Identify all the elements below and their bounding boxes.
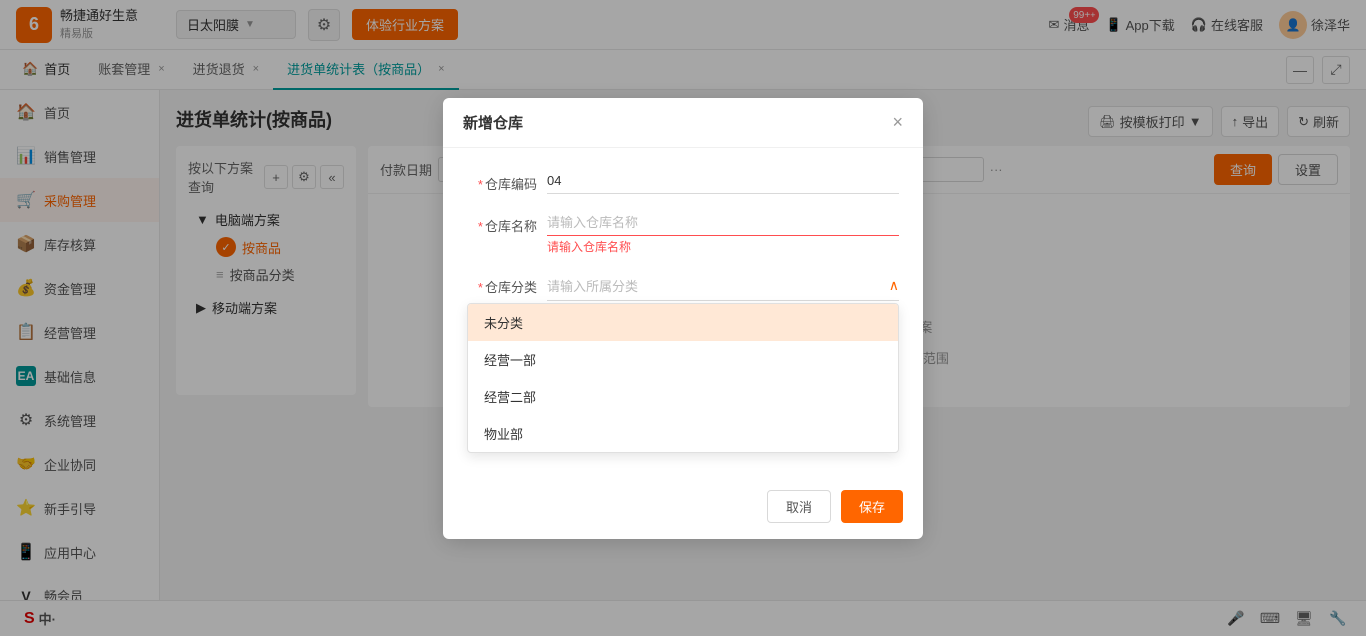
modal-footer: 取消 保存	[443, 480, 923, 539]
category-dropdown: 未分类 经营一部 经营二部 物业部	[467, 303, 899, 453]
modal-close-icon[interactable]: ×	[892, 113, 903, 131]
category-option-unclassified[interactable]: 未分类	[468, 304, 898, 341]
category-field: 仓库分类 请输入所属分类 ∧ 未分类 经营一部 经营二部 物业部	[467, 271, 899, 301]
save-button[interactable]: 保存	[841, 490, 903, 523]
category-field-content: 请输入所属分类 ∧ 未分类 经营一部 经营二部 物业部	[547, 271, 899, 301]
new-warehouse-modal: 新增仓库 × 仓库编码 仓库名称 请输入仓库名称 仓库分类	[443, 98, 923, 539]
category-option-dept2[interactable]: 经营二部	[468, 378, 898, 415]
code-label: 仓库编码	[467, 168, 547, 193]
name-field: 仓库名称 请输入仓库名称	[467, 210, 899, 255]
category-option-property[interactable]: 物业部	[468, 415, 898, 452]
category-placeholder: 请输入所属分类	[547, 276, 638, 295]
name-label: 仓库名称	[467, 210, 547, 235]
code-field-content	[547, 168, 899, 194]
modal-header: 新增仓库 ×	[443, 98, 923, 148]
modal-overlay: 新增仓库 × 仓库编码 仓库名称 请输入仓库名称 仓库分类	[0, 0, 1366, 636]
category-label: 仓库分类	[467, 271, 547, 296]
warehouse-name-input[interactable]	[547, 210, 899, 236]
name-error-msg: 请输入仓库名称	[547, 238, 899, 255]
modal-title: 新增仓库	[463, 112, 523, 133]
category-option-dept1[interactable]: 经营一部	[468, 341, 898, 378]
warehouse-code-input[interactable]	[547, 168, 899, 194]
modal-body: 仓库编码 仓库名称 请输入仓库名称 仓库分类 请输入所属分类	[443, 148, 923, 480]
code-field: 仓库编码	[467, 168, 899, 194]
category-selector[interactable]: 请输入所属分类 ∧	[547, 271, 899, 301]
category-up-arrow-icon: ∧	[889, 277, 899, 294]
name-field-content: 请输入仓库名称	[547, 210, 899, 255]
cancel-button[interactable]: 取消	[767, 490, 831, 523]
